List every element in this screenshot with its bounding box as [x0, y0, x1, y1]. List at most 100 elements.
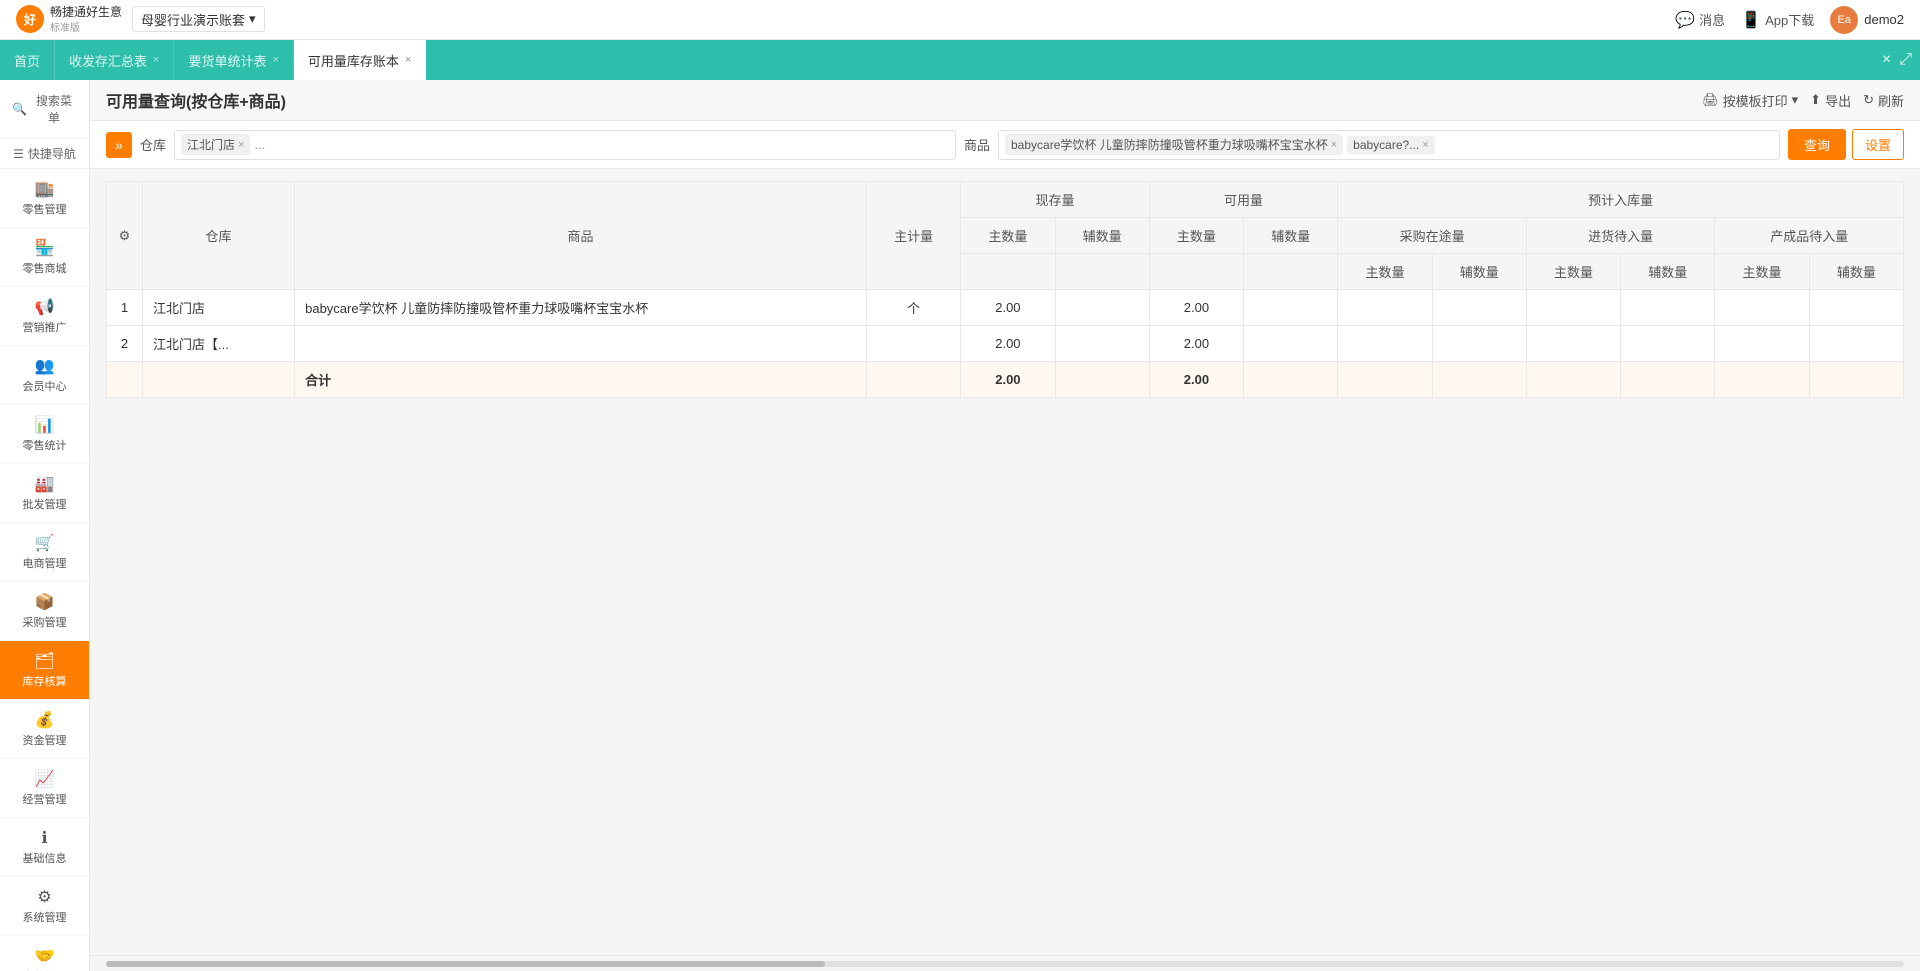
quick-nav-button[interactable]: ☰ 快捷导航 — [0, 139, 89, 169]
summary-empty1 — [107, 362, 143, 398]
th-unit: 主计量 — [867, 182, 961, 290]
sys-icon: ⚙ — [37, 887, 51, 907]
th-available-group: 可用量 — [1149, 182, 1338, 218]
message-action[interactable]: 💬 消息 — [1675, 10, 1725, 30]
print-icon: 🖨 — [1702, 92, 1719, 108]
sidebar-item-retail-stats[interactable]: 📊 零售统计 — [0, 405, 89, 464]
product-tag1-close[interactable]: × — [1331, 139, 1337, 151]
warehouse-filter-area[interactable]: 江北门店 × ... — [174, 130, 956, 160]
th-purchase-group: 采购在途量 — [1338, 218, 1527, 254]
tab-receipts-close[interactable]: × — [153, 54, 159, 66]
user-area[interactable]: Ea demo2 — [1830, 6, 1904, 34]
app-icon: 📱 — [1741, 10, 1761, 30]
row1-num: 1 — [107, 290, 143, 326]
row1-avail-sub — [1244, 290, 1338, 326]
th-pur-sub: 辅数量 — [1432, 254, 1526, 290]
ecommerce-icon: 🛒 — [35, 533, 55, 553]
product-tag-1: babycare学饮杯 儿童防摔防撞吸管杯重力球吸嘴杯宝宝水杯 × — [1005, 134, 1343, 155]
query-button[interactable]: 查询 — [1788, 129, 1846, 160]
filter-bar: » 仓库 江北门店 × ... 商品 babycare学饮杯 儿童防摔防撞吸管杯… — [90, 121, 1920, 169]
summary-prod-main — [1715, 362, 1809, 398]
sidebar-item-marketing[interactable]: 📢 营销推广 — [0, 287, 89, 346]
th-prod-main: 主数量 — [1715, 254, 1809, 290]
scrollbar-track — [106, 961, 1904, 967]
logo-icon: 好 — [16, 5, 44, 33]
warehouse-tag-close[interactable]: × — [238, 139, 244, 151]
sidebar-item-member[interactable]: 👥 会员中心 — [0, 346, 89, 405]
th-inc-main: 主数量 — [1526, 254, 1620, 290]
tab-inventory-close[interactable]: × — [405, 54, 411, 66]
filter-expand-button[interactable]: » — [106, 132, 132, 158]
row1-stock-sub — [1055, 290, 1149, 326]
sidebar-item-sys[interactable]: ⚙ 系统管理 — [0, 877, 89, 936]
inventory-icon: 🗂 — [34, 651, 54, 671]
row2-avail-sub — [1244, 326, 1338, 362]
row2-avail-main: 2.00 — [1149, 326, 1243, 362]
sidebar-item-operations[interactable]: 📈 经营管理 — [0, 759, 89, 818]
th-sm1 — [961, 254, 1055, 290]
row2-pur-main — [1338, 326, 1432, 362]
warehouse-more[interactable]: ... — [254, 137, 265, 152]
nav-tabs-right: × ⤢ — [1874, 40, 1920, 80]
th-available-main: 主数量 — [1149, 218, 1243, 254]
nav-tabs: 首页 收发存汇总表 × 要货单统计表 × 可用量库存账本 × × ⤢ — [0, 40, 1920, 80]
row1-inc-sub — [1621, 290, 1715, 326]
tab-inventory[interactable]: 可用量库存账本 × — [294, 40, 426, 80]
row2-prod-sub — [1809, 326, 1903, 362]
sidebar-item-basic[interactable]: ℹ 基础信息 — [0, 818, 89, 877]
expand-icon[interactable]: ⤢ — [1899, 51, 1912, 69]
close-all-icon[interactable]: × — [1882, 51, 1891, 69]
logo-text: 畅捷通好生意 — [50, 5, 122, 19]
sidebar-item-inventory[interactable]: 🗂 库存核算 — [0, 641, 89, 700]
tab-requisition-close[interactable]: × — [272, 54, 278, 66]
warehouse-tag: 江北门店 × — [181, 134, 250, 155]
top-bar-left: 好 畅捷通好生意 标准版 母婴行业演示账套 ▾ — [16, 5, 265, 34]
refresh-button[interactable]: ↻ 刷新 — [1863, 91, 1904, 110]
export-label: 导出 — [1825, 91, 1851, 110]
sidebar-item-finance[interactable]: 💰 资金管理 — [0, 700, 89, 759]
sidebar-item-ecommerce[interactable]: 🛒 电商管理 — [0, 523, 89, 582]
product-tag2-close[interactable]: × — [1422, 139, 1428, 151]
th-stock-sub: 辅数量 — [1055, 218, 1149, 254]
th-production-group: 产成品待入量 — [1715, 218, 1904, 254]
tab-home[interactable]: 首页 — [0, 40, 55, 80]
product-tag-2: babycare?... × — [1347, 136, 1434, 154]
export-button[interactable]: ⬆ 导出 — [1810, 91, 1851, 110]
sidebar-item-enterprise[interactable]: 🤝 企业协同 — [0, 936, 89, 971]
nav-icon: ☰ — [13, 147, 24, 161]
row2-product — [295, 326, 867, 362]
tab-requisition[interactable]: 要货单统计表 × — [174, 40, 293, 80]
search-menu-button[interactable]: 🔍 搜索菜单 — [8, 88, 81, 130]
sidebar-item-retail-shop[interactable]: 🏪 零售商城 — [0, 228, 89, 287]
retail-stats-icon: 📊 — [35, 415, 55, 435]
summary-prod-sub — [1809, 362, 1903, 398]
sidebar-item-wholesale[interactable]: 🏭 批发管理 — [0, 464, 89, 523]
horizontal-scrollbar[interactable] — [90, 955, 1920, 971]
th-prod-sub: 辅数量 — [1809, 254, 1903, 290]
row2-inc-sub — [1621, 326, 1715, 362]
operations-icon: 📈 — [35, 769, 55, 789]
sidebar-item-purchase[interactable]: 📦 采购管理 — [0, 582, 89, 641]
th-warehouse: 仓库 — [143, 182, 295, 290]
sidebar-item-retail-mgmt[interactable]: 🏬 零售管理 — [0, 169, 89, 228]
member-icon: 👥 — [35, 356, 55, 376]
purchase-icon: 📦 — [35, 592, 55, 612]
th-am2 — [1244, 254, 1338, 290]
tab-receipts[interactable]: 收发存汇总表 × — [55, 40, 174, 80]
summary-stock-sub — [1055, 362, 1149, 398]
app-download-action[interactable]: 📱 App下载 — [1741, 10, 1814, 30]
industry-select[interactable]: 母婴行业演示账套 ▾ — [132, 6, 265, 32]
row1-stock-main: 2.00 — [961, 290, 1055, 326]
setting-button[interactable]: 设置 — [1852, 129, 1904, 160]
print-button[interactable]: 🖨 按模板打印 ▾ — [1702, 91, 1798, 110]
page-title: 可用量查询(按仓库+商品) — [106, 88, 286, 112]
print-chevron-icon: ▾ — [1792, 92, 1799, 108]
th-stock-main: 主数量 — [961, 218, 1055, 254]
row2-unit — [867, 326, 961, 362]
industry-label: 母婴行业演示账套 — [141, 10, 245, 29]
refresh-icon: ↻ — [1863, 92, 1874, 108]
avatar: Ea — [1830, 6, 1858, 34]
expand-arrow-icon: » — [115, 137, 123, 153]
th-settings[interactable]: ⚙ — [107, 182, 143, 290]
product-filter-area[interactable]: babycare学饮杯 儿童防摔防撞吸管杯重力球吸嘴杯宝宝水杯 × babyca… — [998, 130, 1780, 160]
